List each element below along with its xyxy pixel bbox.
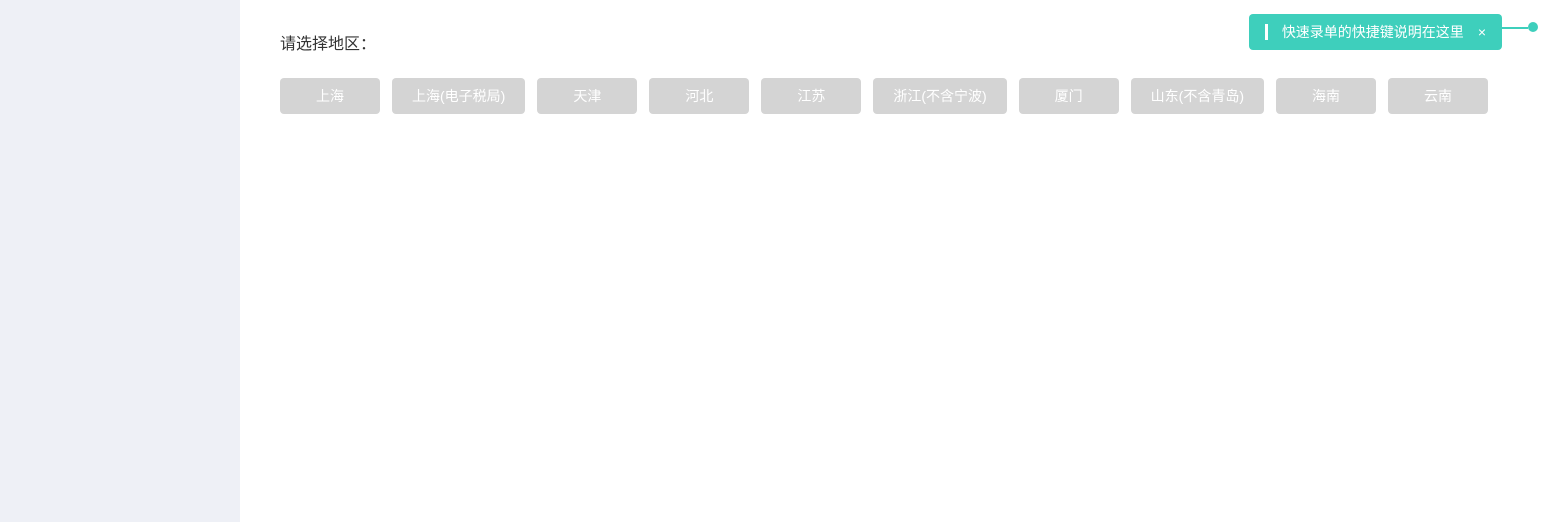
tooltip-line <box>1502 27 1528 29</box>
region-button-jiangsu[interactable]: 江苏 <box>761 78 861 114</box>
region-button-hainan[interactable]: 海南 <box>1276 78 1376 114</box>
tooltip-dot <box>1528 22 1538 32</box>
main-content: 请选择地区： 上海上海(电子税局)天津河北江苏浙江(不含宁波)厦门山东(不含青岛… <box>240 0 1562 522</box>
region-button-hebei[interactable]: 河北 <box>649 78 749 114</box>
tooltip-close-button[interactable]: × <box>1478 24 1486 40</box>
tooltip-text: 快速录单的快捷键说明在这里 <box>1282 22 1464 42</box>
region-button-xiamen[interactable]: 厦门 <box>1019 78 1119 114</box>
region-button-shanghai[interactable]: 上海 <box>280 78 380 114</box>
region-buttons: 上海上海(电子税局) 天津河北江苏浙江(不含宁波) 厦门山东(不含青岛) 海南云南 <box>280 78 1522 114</box>
region-button-tianjin[interactable]: 天津 <box>537 78 637 114</box>
region-button-yunnan[interactable]: 云南 <box>1388 78 1488 114</box>
region-button-shanghai-etax[interactable]: 上海(电子税局) <box>392 78 525 114</box>
region-button-shandong[interactable]: 山东(不含青岛) <box>1131 78 1264 114</box>
tooltip-banner: 快速录单的快捷键说明在这里 × <box>1249 14 1502 50</box>
region-button-zhejiang[interactable]: 浙江(不含宁波) <box>873 78 1006 114</box>
sidebar <box>0 0 240 522</box>
